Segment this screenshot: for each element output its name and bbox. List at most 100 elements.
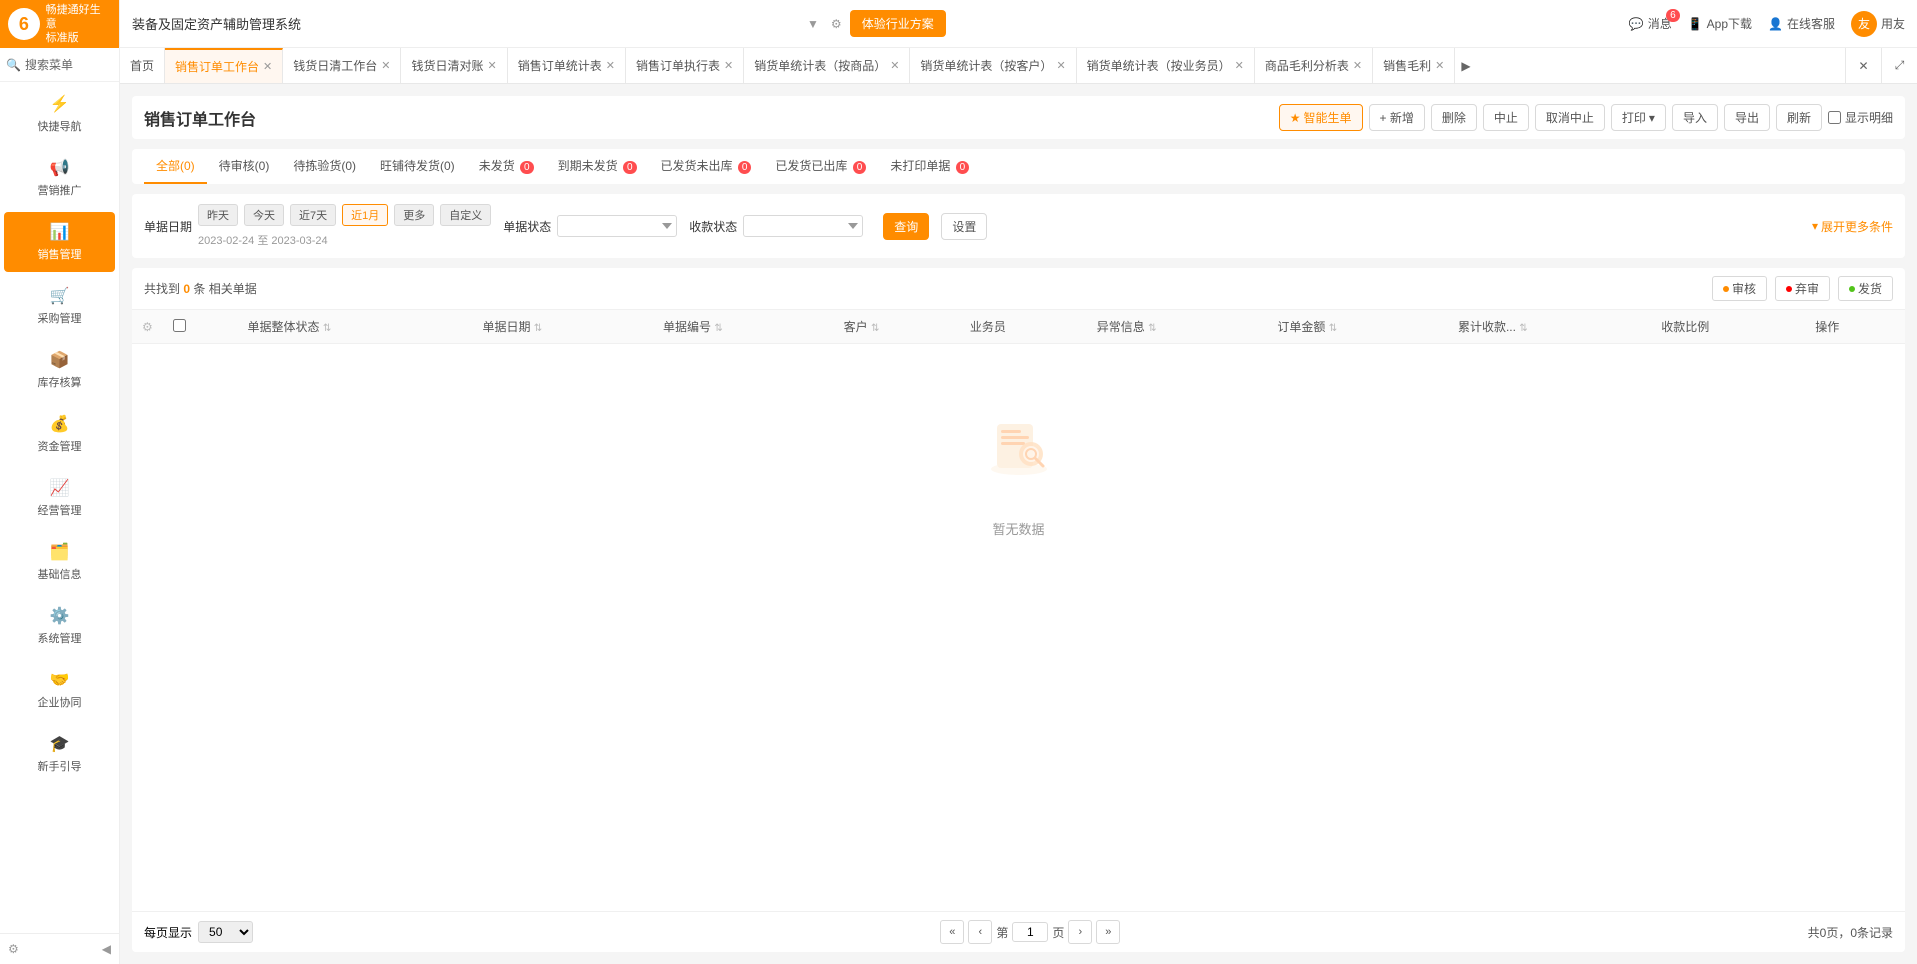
today-btn[interactable]: 今天: [244, 204, 284, 226]
tab-close-icon[interactable]: ✕: [381, 59, 390, 72]
app-download-item[interactable]: 📱 App下载: [1688, 15, 1752, 32]
last-month-btn[interactable]: 近1月: [342, 204, 388, 226]
sidebar-item-finance[interactable]: 💰 资金管理: [4, 404, 115, 464]
operations-icon: 📈: [50, 478, 70, 498]
filter-date-item: 单据日期 昨天 今天 近7天 近1月 更多 自定义 2023-02-24 至 2…: [144, 204, 491, 248]
tab-close-icon[interactable]: ✕: [1056, 59, 1065, 72]
status-select[interactable]: [557, 215, 677, 237]
tab-sales-workbench[interactable]: 销售订单工作台 ✕: [165, 48, 283, 83]
tab-home-label: 首页: [130, 57, 154, 74]
settings-icon[interactable]: ⚙: [8, 942, 19, 956]
online-service-item[interactable]: 👤 在线客服: [1768, 15, 1835, 32]
export-button[interactable]: 导出: [1724, 104, 1770, 131]
tab-daily-clear[interactable]: 钱货日清工作台 ✕: [283, 48, 401, 83]
col-exception: 异常信息 ⇅: [1087, 310, 1268, 344]
refresh-button[interactable]: 刷新: [1776, 104, 1822, 131]
tab-goods-stats-salesperson[interactable]: 销货单统计表（按业务员） ✕: [1077, 48, 1255, 83]
user-item[interactable]: 友 用友: [1851, 11, 1905, 37]
subtab-wangpu-ship[interactable]: 旺铺待发货(0): [368, 149, 467, 184]
expand-filter-button[interactable]: ▾ 展开更多条件: [1812, 218, 1893, 235]
sidebar-item-purchase[interactable]: 🛒 采购管理: [4, 276, 115, 336]
reject-button[interactable]: 弃审: [1775, 276, 1830, 301]
tab-goods-stats-customer[interactable]: 销货单统计表（按客户） ✕: [910, 48, 1076, 83]
sidebar-search[interactable]: 🔍 搜索菜单: [0, 48, 119, 82]
col-settings[interactable]: ⚙: [132, 310, 163, 344]
tab-close-all-button[interactable]: ✕: [1845, 48, 1881, 84]
tab-close-icon[interactable]: ✕: [606, 59, 615, 72]
sort-icon: ⇅: [1329, 323, 1337, 334]
subtab-shipped-not-out[interactable]: 已发货未出库 0: [649, 149, 764, 184]
smart-gen-button[interactable]: ★ 智能生单: [1279, 104, 1363, 131]
finance-icon: 💰: [50, 414, 70, 434]
subtab-overdue-ship[interactable]: 到期未发货 0: [546, 149, 649, 184]
sidebar-item-operations[interactable]: 📈 经营管理: [4, 468, 115, 528]
guide-icon: 🎓: [50, 734, 70, 754]
subtab-not-shipped[interactable]: 未发货 0: [467, 149, 546, 184]
sort-icon: ⇅: [871, 323, 879, 334]
prev-page-button[interactable]: ‹: [968, 920, 992, 944]
add-button[interactable]: + 新增: [1369, 104, 1425, 131]
page-size-select[interactable]: 10 20 50 100: [198, 921, 253, 943]
yesterday-btn[interactable]: 昨天: [198, 204, 238, 226]
tab-close-icon[interactable]: ✕: [1353, 59, 1362, 72]
subtab-pending-audit[interactable]: 待审核(0): [207, 149, 282, 184]
last7-btn[interactable]: 近7天: [290, 204, 336, 226]
shipped-not-out-badge: 0: [738, 161, 752, 174]
table-area: 共找到 0 条 相关单据 审核 弃审 发货: [132, 268, 1905, 952]
filter-settings-button[interactable]: 设置: [941, 213, 987, 240]
next-page-button[interactable]: ›: [1068, 920, 1092, 944]
first-page-button[interactable]: «: [940, 920, 964, 944]
sidebar-item-inventory[interactable]: 📦 库存核算: [4, 340, 115, 400]
print-button[interactable]: 打印 ▾: [1611, 104, 1666, 131]
sidebar-item-marketing[interactable]: 📢 营销推广: [4, 148, 115, 208]
show-detail-checkbox-label[interactable]: 显示明细: [1828, 109, 1893, 126]
query-button[interactable]: 查询: [883, 213, 929, 240]
tab-order-stats[interactable]: 销售订单统计表 ✕: [508, 48, 626, 83]
tab-close-icon[interactable]: ✕: [724, 59, 733, 72]
sidebar-item-system[interactable]: ⚙️ 系统管理: [4, 596, 115, 656]
tab-close-icon[interactable]: ✕: [1435, 59, 1444, 72]
collapse-icon[interactable]: ◀: [102, 942, 111, 956]
delete-button[interactable]: 删除: [1431, 104, 1477, 131]
tab-goods-stats-product[interactable]: 销货单统计表（按商品） ✕: [744, 48, 910, 83]
audit-button[interactable]: 审核: [1712, 276, 1767, 301]
tab-close-icon[interactable]: ✕: [1235, 59, 1244, 72]
tab-reconcile[interactable]: 钱货日清对账 ✕: [401, 48, 507, 83]
tab-home[interactable]: 首页: [120, 48, 165, 83]
last-page-button[interactable]: »: [1096, 920, 1120, 944]
tab-close-icon[interactable]: ✕: [263, 60, 272, 73]
subtab-not-printed[interactable]: 未打印单据 0: [878, 149, 981, 184]
gear-icon[interactable]: ⚙: [831, 17, 842, 31]
subtab-shipped-out[interactable]: 已发货已出库 0: [763, 149, 878, 184]
tab-gross-profit[interactable]: 商品毛利分析表 ✕: [1255, 48, 1373, 83]
custom-btn[interactable]: 自定义: [440, 204, 491, 226]
tab-sales-profit[interactable]: 销售毛利 ✕: [1373, 48, 1455, 83]
tab-close-icon[interactable]: ✕: [488, 59, 497, 72]
message-item[interactable]: 💬 消息 6: [1629, 15, 1672, 32]
subtab-pending-inspect[interactable]: 待拣验货(0): [281, 149, 368, 184]
sidebar-item-guide[interactable]: 🎓 新手引导: [4, 724, 115, 784]
stop-button[interactable]: 中止: [1483, 104, 1529, 131]
subtab-all[interactable]: 全部(0): [144, 149, 207, 184]
sidebar-item-quick-nav[interactable]: ⚡ 快捷导航: [4, 84, 115, 144]
ship-button[interactable]: 发货: [1838, 276, 1893, 301]
sidebar-item-basic[interactable]: 🗂️ 基础信息: [4, 532, 115, 592]
tab-more-button[interactable]: ▶: [1455, 48, 1476, 83]
sidebar-item-sales[interactable]: 📊 销售管理: [4, 212, 115, 272]
page-number-input[interactable]: [1012, 922, 1048, 942]
payment-select[interactable]: [743, 215, 863, 237]
more-btn[interactable]: 更多: [394, 204, 434, 226]
tab-order-exec[interactable]: 销售订单执行表 ✕: [626, 48, 744, 83]
solution-button[interactable]: 体验行业方案: [850, 10, 946, 37]
tab-expand-button[interactable]: ⤢: [1881, 48, 1917, 84]
cancel-stop-button[interactable]: 取消中止: [1535, 104, 1605, 131]
filter-bar: 单据日期 昨天 今天 近7天 近1月 更多 自定义 2023-02-24 至 2…: [132, 194, 1905, 258]
sidebar-item-enterprise[interactable]: 🤝 企业协同: [4, 660, 115, 720]
content-area: 销售订单工作台 ★ 智能生单 + 新增 删除 中止 取消中止 打印 ▾ 导入 导…: [120, 84, 1917, 964]
tab-close-icon[interactable]: ✕: [890, 59, 899, 72]
dropdown-icon[interactable]: ▼: [807, 17, 819, 31]
import-button[interactable]: 导入: [1672, 104, 1718, 131]
show-detail-checkbox[interactable]: [1828, 111, 1841, 124]
col-date: 单据日期 ⇅: [472, 310, 653, 344]
select-all-checkbox[interactable]: [173, 319, 186, 332]
